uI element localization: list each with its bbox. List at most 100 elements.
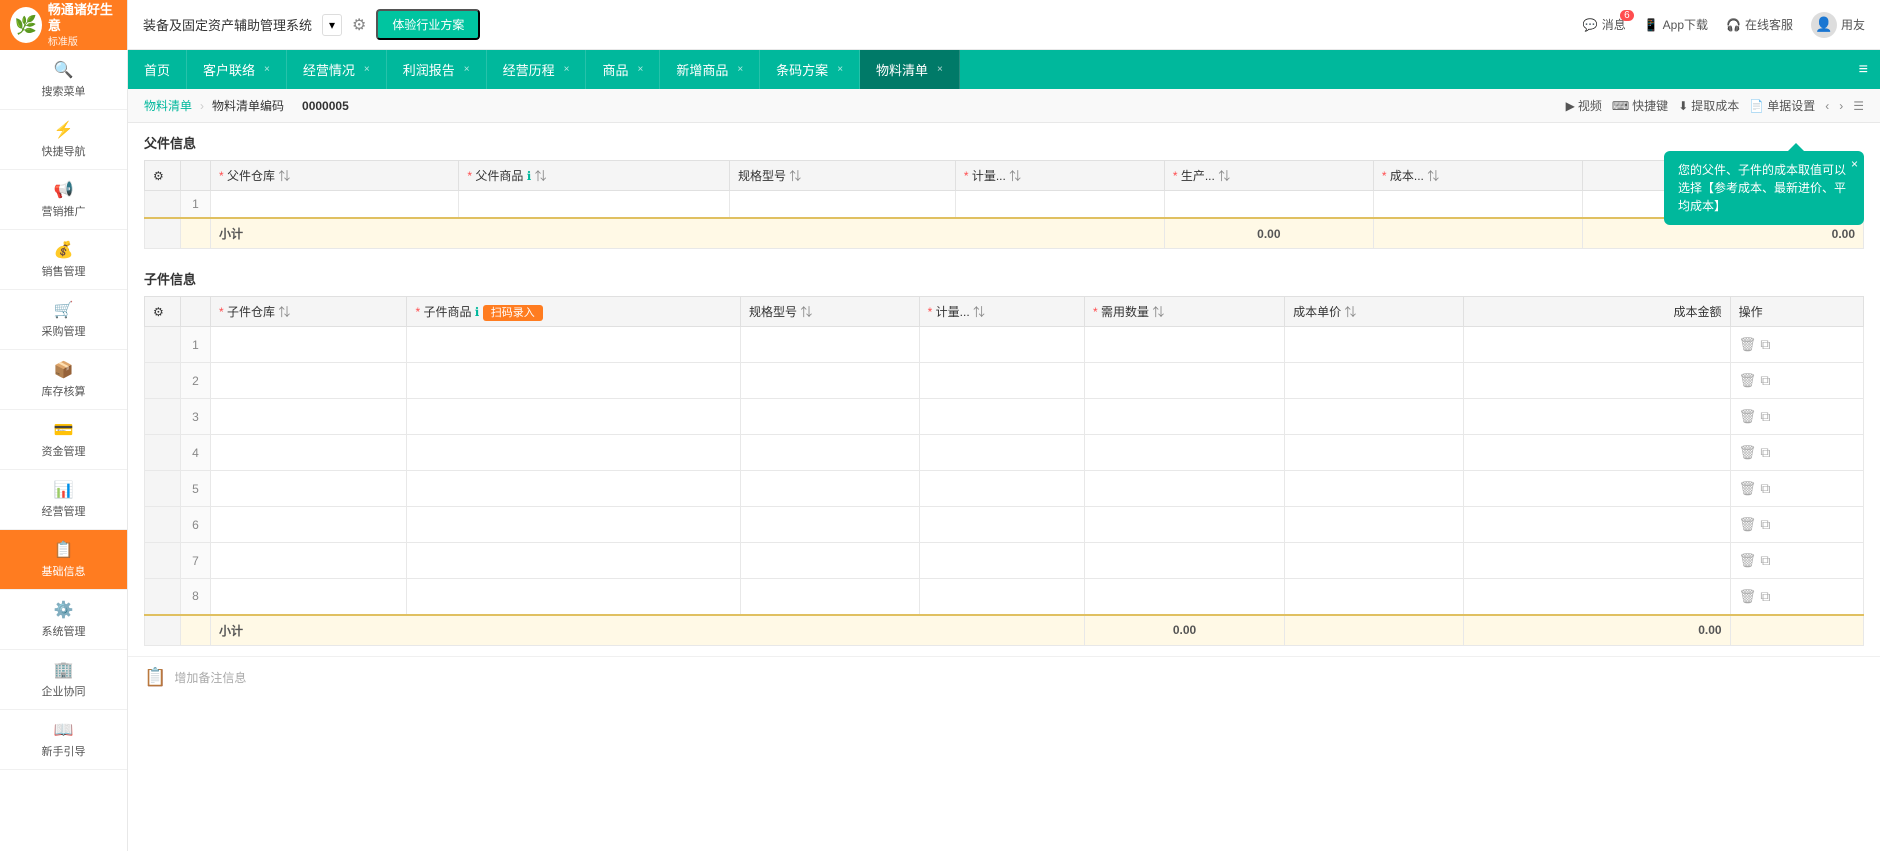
bottom-hint[interactable]: 📋 增加备注信息 xyxy=(128,656,1880,698)
sort-goods-icon[interactable]: ⇅ xyxy=(535,169,547,183)
close-customers-icon[interactable]: × xyxy=(264,64,270,75)
copy-icon[interactable]: ⧉ xyxy=(1760,552,1770,569)
tab-customers[interactable]: 客户联络 × xyxy=(187,50,287,89)
child-row-3-spec[interactable] xyxy=(740,399,919,435)
child-row-7-spec[interactable] xyxy=(740,543,919,579)
sidebar-item-enterprise[interactable]: 🏢 企业协同 xyxy=(0,650,127,710)
info-child-goods-icon[interactable]: ℹ xyxy=(475,305,480,319)
sort-child-spec-icon[interactable]: ⇅ xyxy=(800,305,812,319)
nav-next-icon[interactable]: › xyxy=(1839,99,1843,113)
child-row-6-spec[interactable] xyxy=(740,507,919,543)
child-row-8-goods[interactable] xyxy=(407,579,741,615)
child-row-5-spec[interactable] xyxy=(740,471,919,507)
child-row-5-unit-cost[interactable] xyxy=(1285,471,1464,507)
child-row-4-unit[interactable] xyxy=(919,435,1084,471)
child-row-6-qty[interactable] xyxy=(1084,507,1284,543)
child-col-settings[interactable]: ⚙ xyxy=(145,297,181,327)
child-row-2-unit[interactable] xyxy=(919,363,1084,399)
child-row-7-warehouse[interactable] xyxy=(211,543,407,579)
sidebar-item-purchase[interactable]: 🛒 采购管理 xyxy=(0,290,127,350)
child-row-2-qty[interactable] xyxy=(1084,363,1284,399)
parent-row-1-cost[interactable] xyxy=(1373,191,1582,219)
sort-child-warehouse-icon[interactable]: ⇅ xyxy=(278,305,290,319)
child-row-1-unit[interactable] xyxy=(919,327,1084,363)
copy-icon[interactable]: ⧉ xyxy=(1760,408,1770,425)
child-row-3-goods[interactable] xyxy=(407,399,741,435)
sort-cost-icon[interactable]: ⇅ xyxy=(1427,169,1439,183)
sidebar-item-basic-info[interactable]: 📋 基础信息 xyxy=(0,530,127,590)
copy-icon[interactable]: ⧉ xyxy=(1760,516,1770,533)
parent-row-1-spec[interactable] xyxy=(729,191,955,219)
shortcut-button[interactable]: ⌨ 快捷键 xyxy=(1612,97,1668,114)
delete-icon[interactable]: 🗑 xyxy=(1739,516,1757,533)
copy-icon[interactable]: ⧉ xyxy=(1760,336,1770,353)
child-row-7-unit-cost[interactable] xyxy=(1285,543,1464,579)
close-history-icon[interactable]: × xyxy=(564,64,570,75)
delete-icon[interactable]: 🗑 xyxy=(1739,372,1757,389)
sidebar-item-finance[interactable]: 💳 资金管理 xyxy=(0,410,127,470)
trial-button[interactable]: 体验行业方案 xyxy=(376,9,480,40)
sort-child-unit-cost-icon[interactable]: ⇅ xyxy=(1344,305,1356,319)
child-row-3-unit[interactable] xyxy=(919,399,1084,435)
copy-icon[interactable]: ⧉ xyxy=(1760,588,1770,605)
sort-spec-icon[interactable]: ⇅ xyxy=(789,169,801,183)
child-row-8-qty[interactable] xyxy=(1084,579,1284,615)
child-row-5-unit[interactable] xyxy=(919,471,1084,507)
message-button[interactable]: 💬 消息 6 xyxy=(1583,16,1626,33)
copy-icon[interactable]: ⧉ xyxy=(1760,480,1770,497)
app-download-button[interactable]: 📱 App下载 xyxy=(1644,16,1708,33)
sidebar-item-quick-nav[interactable]: ⚡ 快捷导航 xyxy=(0,110,127,170)
child-row-2-unit-cost[interactable] xyxy=(1285,363,1464,399)
tab-home[interactable]: 首页 xyxy=(128,50,187,89)
child-row-6-unit[interactable] xyxy=(919,507,1084,543)
child-row-3-warehouse[interactable] xyxy=(211,399,407,435)
child-row-6-unit-cost[interactable] xyxy=(1285,507,1464,543)
delete-icon[interactable]: 🗑 xyxy=(1739,588,1757,605)
parent-row-1-production[interactable] xyxy=(1164,191,1373,219)
close-operations-icon[interactable]: × xyxy=(364,64,370,75)
info-goods-icon[interactable]: ℹ xyxy=(527,169,532,183)
copy-icon[interactable]: ⧉ xyxy=(1760,444,1770,461)
child-row-7-unit[interactable] xyxy=(919,543,1084,579)
child-row-8-unit-cost[interactable] xyxy=(1285,579,1464,615)
menu-icon[interactable]: ☰ xyxy=(1853,99,1864,113)
tab-new-goods[interactable]: 新增商品 × xyxy=(660,50,760,89)
parent-col-settings[interactable]: ⚙ xyxy=(145,161,181,191)
child-row-2-warehouse[interactable] xyxy=(211,363,407,399)
child-row-1-qty[interactable] xyxy=(1084,327,1284,363)
tab-history[interactable]: 经营历程 × xyxy=(487,50,587,89)
child-row-7-qty[interactable] xyxy=(1084,543,1284,579)
nav-prev-icon[interactable]: ‹ xyxy=(1825,99,1829,113)
delete-icon[interactable]: 🗑 xyxy=(1739,408,1757,425)
sidebar-item-marketing[interactable]: 📢 营销推广 xyxy=(0,170,127,230)
delete-icon[interactable]: 🗑 xyxy=(1739,480,1757,497)
child-row-5-warehouse[interactable] xyxy=(211,471,407,507)
scan-input-button[interactable]: 扫码录入 xyxy=(483,305,543,321)
child-row-3-qty[interactable] xyxy=(1084,399,1284,435)
child-row-8-unit[interactable] xyxy=(919,579,1084,615)
sort-unit-icon[interactable]: ⇅ xyxy=(1009,169,1021,183)
tab-barcode[interactable]: 条码方案 × xyxy=(760,50,860,89)
tab-goods[interactable]: 商品 × xyxy=(586,50,660,89)
child-row-4-warehouse[interactable] xyxy=(211,435,407,471)
tab-profit[interactable]: 利润报告 × xyxy=(387,50,487,89)
child-row-5-qty[interactable] xyxy=(1084,471,1284,507)
view-button[interactable]: ▶ 视频 xyxy=(1566,97,1602,114)
child-row-2-goods[interactable] xyxy=(407,363,741,399)
close-bom-icon[interactable]: × xyxy=(937,64,943,75)
delete-icon[interactable]: 🗑 xyxy=(1739,444,1757,461)
child-column-settings-icon[interactable]: ⚙ xyxy=(153,305,164,319)
copy-icon[interactable]: ⧉ xyxy=(1760,372,1770,389)
extract-cost-button[interactable]: ⬇ 提取成本 xyxy=(1678,97,1739,114)
parent-row-1-unit[interactable] xyxy=(955,191,1164,219)
delete-icon[interactable]: 🗑 xyxy=(1739,336,1757,353)
sidebar-item-guide[interactable]: 📖 新手引导 xyxy=(0,710,127,770)
child-row-8-spec[interactable] xyxy=(740,579,919,615)
sidebar-item-operations[interactable]: 📊 经营管理 xyxy=(0,470,127,530)
close-goods-icon[interactable]: × xyxy=(637,64,643,75)
sidebar-item-sales[interactable]: 💰 销售管理 xyxy=(0,230,127,290)
single-settings-button[interactable]: 📄 单据设置 xyxy=(1749,97,1815,114)
child-row-5-goods[interactable] xyxy=(407,471,741,507)
child-row-4-goods[interactable] xyxy=(407,435,741,471)
close-barcode-icon[interactable]: × xyxy=(837,64,843,75)
